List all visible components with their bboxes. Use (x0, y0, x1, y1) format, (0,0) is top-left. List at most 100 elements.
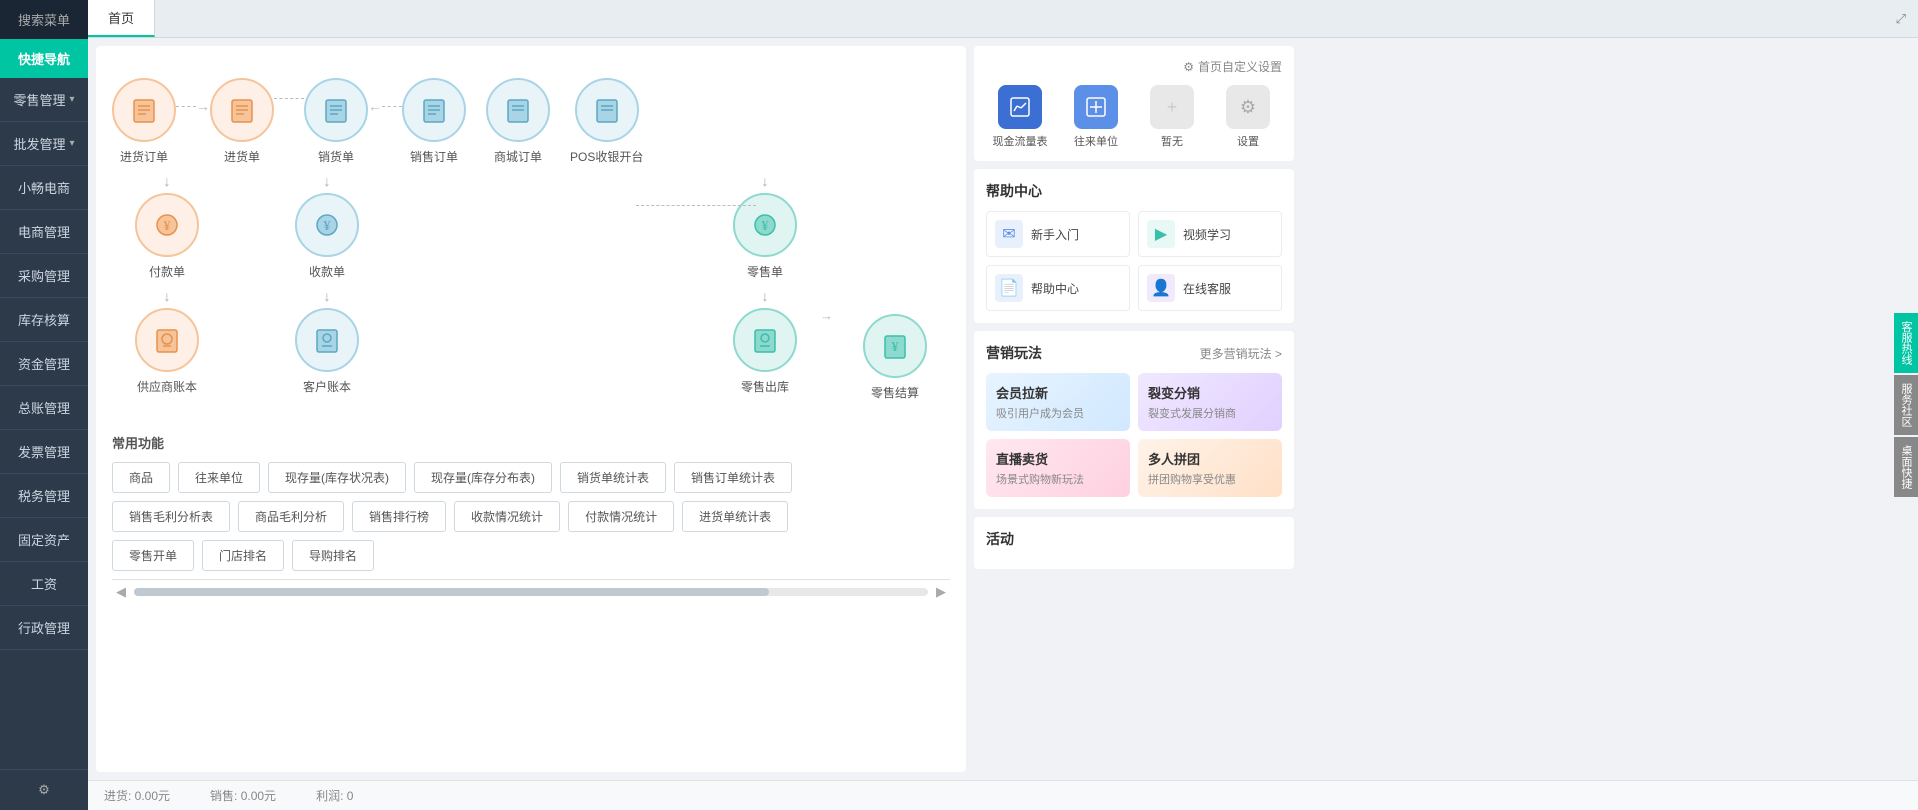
flow-node-customer-ledger[interactable]: 客户账本 (295, 308, 359, 395)
fission-title: 裂变分销 (1148, 383, 1272, 402)
flow-node-sales-bill[interactable]: 销货单 (304, 78, 368, 165)
flow-node-retail-bill[interactable]: ¥ 零售单 (733, 193, 797, 280)
retail-bill-icon: ¥ (733, 193, 797, 257)
shortcuts-header: ⚙ 首页自定义设置 (986, 58, 1282, 75)
float-btn-service[interactable]: 客服热线 (1894, 313, 1918, 373)
settings-icon: ⚙ (1226, 85, 1270, 129)
func-btn-sales-rank[interactable]: 销售排行榜 (352, 501, 446, 532)
float-buttons: 客服热线 服务社区 桌面快捷 (1894, 313, 1918, 497)
purchase-order-icon (112, 78, 176, 142)
receipt-icon: ¥ (295, 193, 359, 257)
func-btn-stock-dist[interactable]: 现存量(库存分布表) (414, 462, 552, 493)
sidebar-nav-title: 快捷导航 (0, 39, 88, 78)
activity-section: 活动 (974, 517, 1294, 569)
func-btn-store-rank[interactable]: 门店排名 (202, 540, 284, 571)
sidebar-item-ecommerce-small[interactable]: 小畅电商 (0, 166, 88, 210)
marketing-card-fission[interactable]: 裂变分销 裂变式发展分销商 (1138, 373, 1282, 431)
payment-icon: ¥ (135, 193, 199, 257)
flow-node-receipt[interactable]: ¥ 收款单 (295, 193, 359, 280)
func-btn-sales-stats[interactable]: 销货单统计表 (560, 462, 666, 493)
live-title: 直播卖货 (996, 449, 1120, 468)
left-panel: 进货订单 → 进货单 (96, 46, 966, 772)
none-label: 暂无 (1161, 133, 1183, 149)
help-item-beginner[interactable]: ✉ 新手入门 (986, 211, 1130, 257)
func-btn-goods[interactable]: 商品 (112, 462, 170, 493)
func-btn-retail-order[interactable]: 零售开单 (112, 540, 194, 571)
customize-label[interactable]: 首页自定义设置 (1198, 58, 1282, 75)
sidebar-item-admin[interactable]: 行政管理 (0, 606, 88, 650)
flow-node-retail-settlement[interactable]: ¥ 零售结算 (863, 314, 927, 401)
sidebar-settings-button[interactable]: ⚙ (0, 769, 88, 810)
marketing-card-member[interactable]: 会员拉新 吸引用户成为会员 (986, 373, 1130, 431)
shortcut-cashflow[interactable]: 现金流量表 (986, 85, 1054, 149)
marketing-card-group[interactable]: 多人拼团 拼团购物享受优惠 (1138, 439, 1282, 497)
shortcut-settings[interactable]: ⚙ 设置 (1214, 85, 1282, 149)
sidebar-item-invoice[interactable]: 发票管理 (0, 430, 88, 474)
sidebar-item-tax[interactable]: 税务管理 (0, 474, 88, 518)
none-icon: + (1150, 85, 1194, 129)
help-item-video[interactable]: ▶ 视频学习 (1138, 211, 1282, 257)
sidebar-item-purchase[interactable]: 采购管理 (0, 254, 88, 298)
shortcut-none[interactable]: + 暂无 (1138, 85, 1206, 149)
func-btn-payment-stats[interactable]: 付款情况统计 (568, 501, 674, 532)
service-icon: 👤 (1147, 274, 1175, 302)
sidebar-item-ledger[interactable]: 总账管理 (0, 386, 88, 430)
func-btn-order-stats[interactable]: 销售订单统计表 (674, 462, 792, 493)
scroll-track[interactable] (134, 588, 928, 596)
cashflow-label: 现金流量表 (993, 133, 1048, 149)
retail-outbound-icon (733, 308, 797, 372)
sidebar-item-funds[interactable]: 资金管理 (0, 342, 88, 386)
video-icon: ▶ (1147, 220, 1175, 248)
sidebar-item-wholesale[interactable]: 批发管理 ▾ (0, 122, 88, 166)
main-area: 首页 ⤢ 进货订单 (88, 0, 1918, 810)
flow-node-mall-order[interactable]: 商城订单 (486, 78, 550, 165)
sidebar-item-retail[interactable]: 零售管理 ▾ (0, 78, 88, 122)
activity-title: 活动 (986, 529, 1282, 549)
marketing-grid: 会员拉新 吸引用户成为会员 裂变分销 裂变式发展分销商 直播卖货 场景式购物新玩… (986, 373, 1282, 497)
help-item-service[interactable]: 👤 在线客服 (1138, 265, 1282, 311)
float-btn-community[interactable]: 服务社区 (1894, 375, 1918, 435)
scroll-left-button[interactable]: ◀ (112, 584, 130, 600)
shortcuts-section: ⚙ 首页自定义设置 现金流量表 往来单位 (974, 46, 1294, 161)
flow-node-payment[interactable]: ¥ 付款单 (135, 193, 199, 280)
func-btn-guide-rank[interactable]: 导购排名 (292, 540, 374, 571)
func-btn-purchase-stats[interactable]: 进货单统计表 (682, 501, 788, 532)
partners-icon (1074, 85, 1118, 129)
flow-node-pos[interactable]: POS收银开台 (570, 78, 643, 165)
func-btn-receipt-stats[interactable]: 收款情况统计 (454, 501, 560, 532)
flow-node-purchase-order[interactable]: 进货订单 (112, 78, 176, 165)
member-subtitle: 吸引用户成为会员 (996, 405, 1120, 421)
shortcuts-grid: 现金流量表 往来单位 + 暂无 (986, 85, 1282, 149)
sidebar-item-ecommerce[interactable]: 电商管理 (0, 210, 88, 254)
func-btn-gross-analysis[interactable]: 销售毛利分析表 (112, 501, 230, 532)
search-menu-button[interactable]: 搜索菜单 (0, 0, 88, 39)
marketing-card-live[interactable]: 直播卖货 场景式购物新玩法 (986, 439, 1130, 497)
func-btn-goods-gross[interactable]: 商品毛利分析 (238, 501, 344, 532)
flow-node-purchase-bill[interactable]: 进货单 (210, 78, 274, 165)
svg-text:¥: ¥ (324, 219, 331, 234)
sidebar-item-inventory[interactable]: 库存核算 (0, 298, 88, 342)
help-item-help[interactable]: 📄 帮助中心 (986, 265, 1130, 311)
flow-node-sales-order[interactable]: 销售订单 (402, 78, 466, 165)
tab-home[interactable]: 首页 (88, 0, 155, 37)
flow-node-retail-outbound[interactable]: 零售出库 (733, 308, 797, 395)
purchase-stat: 进货: 0.00元 (104, 787, 170, 804)
sidebar-item-assets[interactable]: 固定资产 (0, 518, 88, 562)
sidebar: 搜索菜单 快捷导航 零售管理 ▾ 批发管理 ▾ 小畅电商 电商管理 采购管理 库… (0, 0, 88, 810)
flow-node-supplier-ledger[interactable]: 供应商账本 (135, 308, 199, 395)
func-btn-stock-status[interactable]: 现存量(库存状况表) (268, 462, 406, 493)
svg-text:¥: ¥ (164, 219, 171, 234)
scroll-right-button[interactable]: ▶ (932, 584, 950, 600)
func-row-2: 销售毛利分析表 商品毛利分析 销售排行榜 收款情况统计 付款情况统计 进货单统计… (112, 501, 950, 532)
shortcut-partners[interactable]: 往来单位 (1062, 85, 1130, 149)
pos-icon (575, 78, 639, 142)
chevron-down-icon: ▾ (69, 138, 74, 149)
func-btn-partners[interactable]: 往来单位 (178, 462, 260, 493)
common-functions-title: 常用功能 (112, 433, 950, 452)
tab-expand-button[interactable]: ⤢ (1884, 3, 1918, 35)
float-btn-desktop[interactable]: 桌面快捷 (1894, 437, 1918, 497)
sales-stat: 销售: 0.00元 (210, 787, 276, 804)
more-marketing-link[interactable]: 更多营销玩法 > (1200, 345, 1282, 362)
svg-text:¥: ¥ (762, 219, 769, 234)
sidebar-item-payroll[interactable]: 工资 (0, 562, 88, 606)
